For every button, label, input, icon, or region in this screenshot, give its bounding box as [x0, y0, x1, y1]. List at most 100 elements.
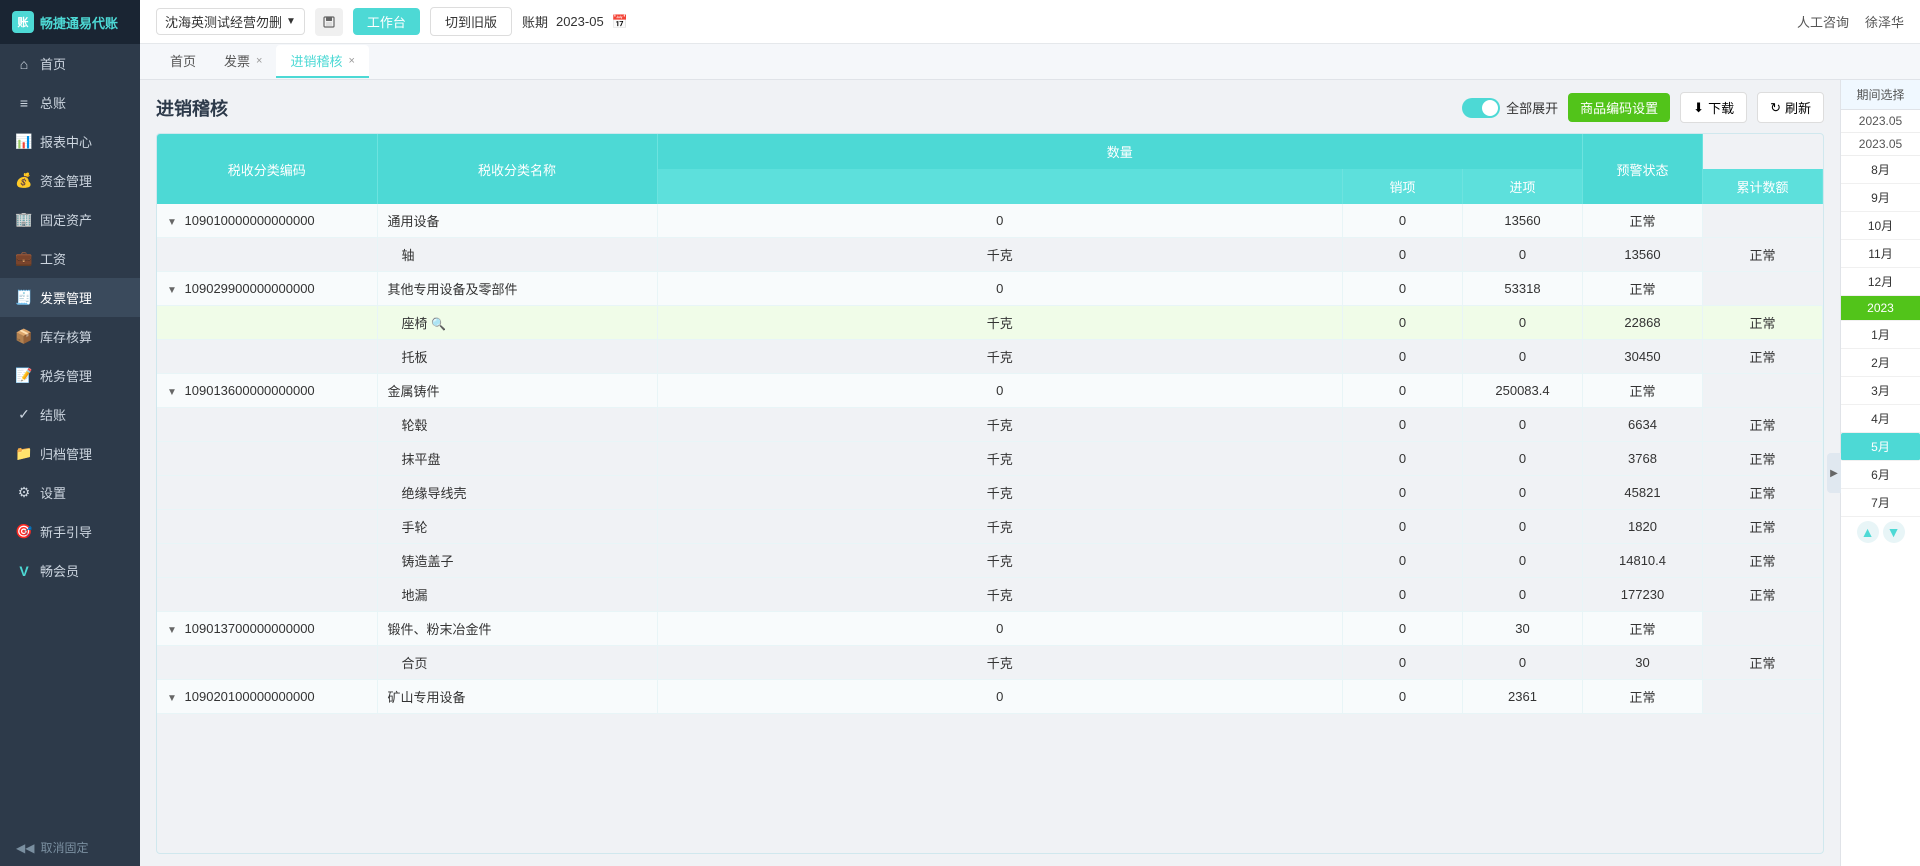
cell-purchase: 0	[1463, 238, 1583, 272]
cell-sales: 0	[657, 612, 1343, 646]
period-month-item[interactable]: 10月	[1841, 212, 1920, 240]
period-month-item[interactable]: 2月	[1841, 349, 1920, 377]
cell-unit: 千克	[657, 238, 1343, 272]
table-row: 手轮 千克 0 0 1820 正常	[157, 510, 1823, 544]
settings-icon: ⚙	[16, 485, 32, 501]
cell-status: 正常	[1583, 680, 1703, 714]
period-month-item[interactable]: 5月	[1841, 433, 1920, 461]
sidebar-item-funds[interactable]: 💰 资金管理	[0, 161, 140, 200]
period-month-item[interactable]: 8月	[1841, 156, 1920, 184]
sidebar-item-archive[interactable]: 📁 归档管理	[0, 434, 140, 473]
workbench-button[interactable]: 工作台	[353, 8, 420, 35]
cell-status: 正常	[1583, 374, 1703, 408]
period-panel: ▶ 期间选择 2023.05 2023.05 8月9月10月11月12月2023…	[1840, 80, 1920, 866]
sidebar-item-settings[interactable]: ⚙ 设置	[0, 473, 140, 512]
table-row: ▼ 109020100000000000 矿山专用设备 0 0 2361 正常	[157, 680, 1823, 714]
cell-total: 45821	[1583, 476, 1703, 510]
data-table-wrapper: 税收分类编码 税收分类名称 数量 预警状态 销项 进项 累计数额	[156, 133, 1824, 854]
sidebar-item-guide[interactable]: 🎯 新手引导	[0, 512, 140, 551]
period-month-item[interactable]: 2023	[1841, 296, 1920, 321]
expand-icon[interactable]: ▼	[167, 387, 177, 398]
main-area: 沈海英测试经营勿删 ▼ 工作台 切到旧版 账期 2023-05 📅 人工咨询 徐…	[140, 0, 1920, 866]
col-tax-name: 税收分类名称	[377, 134, 657, 204]
refresh-button[interactable]: ↻ 刷新	[1757, 92, 1824, 123]
period-month-item[interactable]: 9月	[1841, 184, 1920, 212]
period-month-item[interactable]: 7月	[1841, 489, 1920, 517]
cell-total: 30450	[1583, 340, 1703, 374]
sidebar-item-inventory[interactable]: 📦 库存核算	[0, 317, 140, 356]
tab-invoice[interactable]: 发票 ×	[210, 45, 276, 78]
sidebar-item-invoice[interactable]: 🧾 发票管理	[0, 278, 140, 317]
funds-icon: 💰	[16, 173, 32, 189]
period-month-item[interactable]: 6月	[1841, 461, 1920, 489]
user-label[interactable]: 徐泽华	[1865, 12, 1904, 31]
cell-purchase: 0	[1343, 374, 1463, 408]
sidebar-item-home[interactable]: ⌂ 首页	[0, 44, 140, 83]
logo-text: 畅捷通易代账	[40, 13, 118, 32]
company-selector[interactable]: 沈海英测试经营勿删 ▼	[156, 8, 305, 35]
expand-icon[interactable]: ▼	[167, 625, 177, 636]
sidebar-item-ledger[interactable]: ≡ 总账	[0, 83, 140, 122]
period-prev-button[interactable]: ▲	[1857, 521, 1879, 543]
support-label[interactable]: 人工咨询	[1797, 12, 1849, 31]
pin-icon: ◀◀	[16, 841, 34, 855]
cell-purchase: 0	[1343, 204, 1463, 238]
cell-sales: 0	[657, 272, 1343, 306]
sidebar-item-fixed-assets[interactable]: 🏢 固定资产	[0, 200, 140, 239]
cell-sales: 0	[1343, 646, 1463, 680]
cell-total: 30	[1583, 646, 1703, 680]
period-month-item[interactable]: 12月	[1841, 268, 1920, 296]
sidebar-item-payroll[interactable]: 💼 工资	[0, 239, 140, 278]
product-code-button[interactable]: 商品编码设置	[1568, 93, 1670, 122]
expand-all-toggle[interactable]	[1462, 98, 1500, 118]
tab-home[interactable]: 首页	[156, 45, 210, 78]
period-month-item[interactable]: 1月	[1841, 321, 1920, 349]
period-month-item[interactable]: 11月	[1841, 240, 1920, 268]
cell-purchase: 0	[1463, 340, 1583, 374]
table-row: 座椅 🔍 千克 0 0 22868 正常	[157, 306, 1823, 340]
old-version-button[interactable]: 切到旧版	[430, 7, 512, 36]
tab-reconciliation[interactable]: 进销稽核 ×	[276, 45, 368, 78]
cell-code: ▼ 109013700000000000	[157, 612, 377, 646]
calendar-icon[interactable]: 📅	[612, 14, 628, 30]
cell-code	[157, 306, 377, 340]
cell-status: 正常	[1583, 204, 1703, 238]
sidebar-item-member[interactable]: V 畅会员	[0, 551, 140, 590]
tab-reconciliation-close[interactable]: ×	[348, 55, 354, 67]
tab-reconciliation-label: 进销稽核	[290, 51, 342, 70]
table-row: 铸造盖子 千克 0 0 14810.4 正常	[157, 544, 1823, 578]
cell-status: 正常	[1703, 476, 1823, 510]
download-button[interactable]: ⬇ 下载	[1680, 92, 1747, 123]
save-button[interactable]	[315, 8, 343, 36]
data-table: 税收分类编码 税收分类名称 数量 预警状态 销项 进项 累计数额	[157, 134, 1823, 714]
table-row: 合页 千克 0 0 30 正常	[157, 646, 1823, 680]
sidebar-pin-toggle[interactable]: ◀◀ 取消固定	[0, 829, 140, 866]
tab-invoice-close[interactable]: ×	[256, 55, 262, 67]
guide-icon: 🎯	[16, 524, 32, 540]
sidebar-logo: 账 畅捷通易代账	[0, 0, 140, 44]
sidebar-item-reports[interactable]: 📊 报表中心	[0, 122, 140, 161]
save-icon	[322, 15, 336, 29]
expand-icon[interactable]: ▼	[167, 217, 177, 228]
cell-status: 正常	[1703, 306, 1823, 340]
inventory-icon: 📦	[16, 329, 32, 345]
search-icon[interactable]: 🔍	[431, 317, 446, 331]
expand-icon[interactable]: ▼	[167, 285, 177, 296]
period-month-item[interactable]: 4月	[1841, 405, 1920, 433]
cell-sales: 0	[1343, 578, 1463, 612]
expand-icon[interactable]: ▼	[167, 693, 177, 704]
sidebar-item-closing[interactable]: ✓ 结账	[0, 395, 140, 434]
sidebar-item-tax[interactable]: 📝 税务管理	[0, 356, 140, 395]
cell-name: 矿山专用设备	[377, 680, 657, 714]
period-month-item[interactable]: 3月	[1841, 377, 1920, 405]
panel-collapse-button[interactable]: ▶	[1827, 453, 1841, 493]
cell-sales: 0	[1343, 408, 1463, 442]
cell-code	[157, 408, 377, 442]
period-panel-header: 期间选择	[1841, 80, 1920, 110]
cell-total: 53318	[1463, 272, 1583, 306]
content-main: 进销稽核 全部展开 商品编码设置 ⬇ 下载 ↻ 刷新	[140, 80, 1840, 866]
cell-status: 正常	[1583, 612, 1703, 646]
period-next-button[interactable]: ▼	[1883, 521, 1905, 543]
download-label: 下载	[1708, 98, 1734, 117]
cell-status: 正常	[1583, 272, 1703, 306]
